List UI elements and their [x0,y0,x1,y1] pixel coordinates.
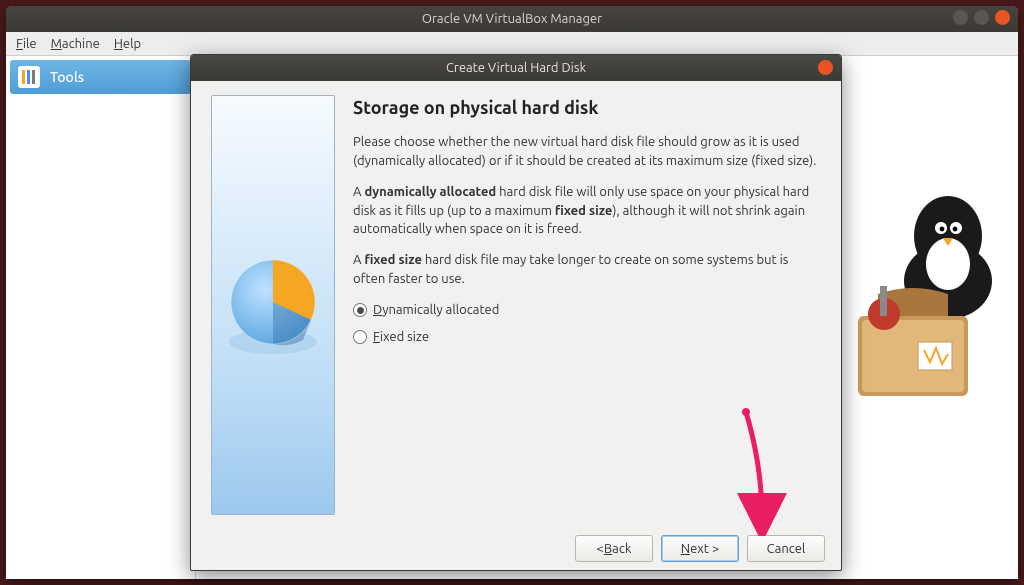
maximize-icon[interactable] [974,10,989,25]
menu-file[interactable]: File [16,37,37,51]
tools-label: Tools [50,69,84,85]
dialog-titlebar: Create Virtual Hard Disk [191,55,841,81]
wizard-illustration [211,95,335,515]
app-title: Oracle VM VirtualBox Manager [422,12,602,26]
back-button[interactable]: < Back [575,535,653,562]
sidebar-item-tools[interactable]: Tools [10,60,191,94]
sidebar: Tools [6,56,196,579]
dialog-paragraph-1: Please choose whether the new virtual ha… [353,133,821,171]
create-disk-dialog: Create Virtual Hard Disk Storage on phys… [190,54,842,571]
dialog-paragraph-2: A dynamically allocated hard disk file w… [353,183,821,240]
cancel-button[interactable]: Cancel [747,535,825,562]
dialog-paragraph-3: A fixed size hard disk file may take lon… [353,251,821,289]
app-titlebar: Oracle VM VirtualBox Manager [6,6,1018,32]
radio-fixed-size[interactable]: Fixed size [353,328,821,347]
radio-dynamically-allocated[interactable]: Dynamically allocated [353,301,821,320]
menu-machine[interactable]: Machine [51,37,100,51]
radio-icon [353,330,367,344]
dialog-content: Storage on physical hard disk Please cho… [353,95,821,526]
close-icon[interactable] [995,10,1010,25]
minimize-icon[interactable] [953,10,968,25]
dialog-title: Create Virtual Hard Disk [446,61,586,75]
dialog-close-icon[interactable] [818,60,833,75]
dialog-footer: < Back Next > Cancel [191,526,841,570]
radio-label: Fixed size [373,328,429,347]
radio-icon [353,303,367,317]
radio-label: Dynamically allocated [373,301,499,320]
menu-help[interactable]: Help [114,37,141,51]
dialog-body: Storage on physical hard disk Please cho… [191,81,841,526]
dialog-heading: Storage on physical hard disk [353,95,821,121]
welcome-illustration [818,186,998,416]
tools-icon [18,66,40,88]
menubar: File Machine Help [6,32,1018,56]
window-controls [953,10,1010,25]
next-button[interactable]: Next > [661,535,739,562]
